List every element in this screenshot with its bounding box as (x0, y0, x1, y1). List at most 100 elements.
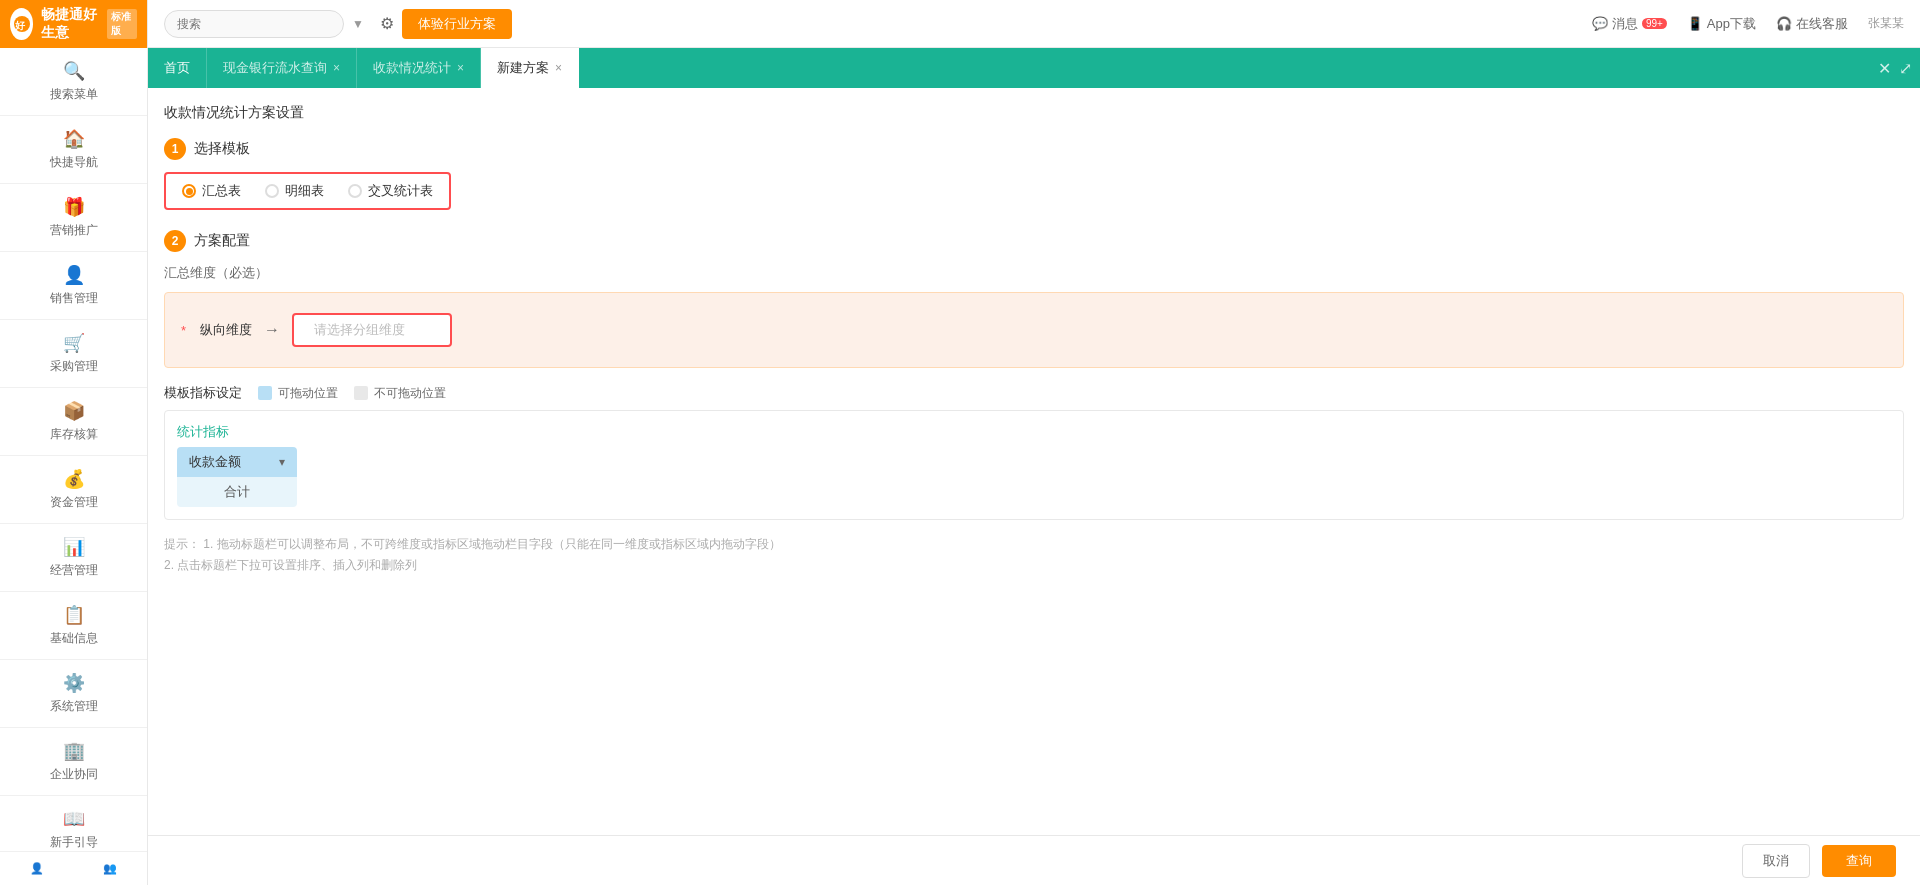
search-input[interactable] (164, 10, 344, 38)
tab-bank-close-icon[interactable]: × (333, 61, 340, 75)
tab-new-plan-label: 新建方案 (497, 59, 549, 77)
book-icon: 📖 (63, 808, 85, 830)
draggable-legend-box (258, 386, 272, 400)
indicator-section: 统计指标 收款金额 ▾ 合计 (164, 410, 1904, 520)
sidebar-item-basic[interactable]: 📋 基础信息 (0, 592, 147, 660)
service-label: 在线客服 (1796, 15, 1848, 33)
message-item[interactable]: 💬 消息 99+ (1592, 15, 1667, 33)
tab-collection[interactable]: 收款情况统计 × (357, 48, 481, 88)
page-title: 收款情况统计方案设置 (164, 104, 1904, 122)
tabbar-expand-btn[interactable]: ⤢ (1899, 59, 1912, 78)
sidebar-bottom-user2[interactable]: 👥 (103, 862, 117, 875)
sidebar-label-sales: 销售管理 (50, 290, 98, 307)
step2-section: 2 方案配置 汇总维度（必选） * 纵向维度 → 请选择分组维度 (164, 230, 1904, 574)
sidebar-item-enterprise[interactable]: 🏢 企业协同 (0, 728, 147, 796)
metric-name: 收款金额 (189, 453, 241, 471)
topbar-right: 💬 消息 99+ 📱 App下载 🎧 在线客服 张某某 (1592, 15, 1904, 33)
config-section: 汇总维度（必选） * 纵向维度 → 请选择分组维度 模板指标设定 (164, 264, 1904, 574)
sidebar-label-basic: 基础信息 (50, 630, 98, 647)
sidebar-label-inventory: 库存核算 (50, 426, 98, 443)
cancel-button[interactable]: 取消 (1742, 844, 1810, 878)
tab-home[interactable]: 首页 (148, 48, 207, 88)
metric-header[interactable]: 收款金额 ▾ (177, 447, 297, 477)
sidebar-item-business[interactable]: 📊 经营管理 (0, 524, 147, 592)
service-item[interactable]: 🎧 在线客服 (1776, 15, 1848, 33)
vertical-dimension-row: * 纵向维度 → 请选择分组维度 (181, 313, 1887, 347)
topbar-left: ▼ ⚙ 体验行业方案 (164, 9, 512, 39)
sidebar-item-quick-nav[interactable]: 🏠 快捷导航 (0, 116, 147, 184)
message-label: 消息 (1612, 15, 1638, 33)
metric-dropdown-icon[interactable]: ▾ (279, 455, 285, 469)
chart-icon: 📊 (63, 536, 85, 558)
download-label: App下载 (1707, 15, 1756, 33)
main-area: ▼ ⚙ 体验行业方案 💬 消息 99+ 📱 App下载 🎧 在线客服 张某某 首… (148, 0, 1920, 885)
sidebar-item-purchase[interactable]: 🛒 采购管理 (0, 320, 147, 388)
sidebar-label-guide: 新手引导 (50, 834, 98, 851)
step2-header: 2 方案配置 (164, 230, 1904, 252)
sidebar-item-inventory[interactable]: 📦 库存核算 (0, 388, 147, 456)
radio-detail[interactable]: 明细表 (265, 182, 324, 200)
radio-summary[interactable]: 汇总表 (182, 182, 241, 200)
cart-icon: 🛒 (63, 332, 85, 354)
tab-collection-label: 收款情况统计 (373, 59, 451, 77)
legend-draggable: 可拖动位置 (258, 385, 338, 402)
topbar-search-wrap (164, 10, 344, 38)
industry-btn[interactable]: 体验行业方案 (402, 9, 512, 39)
sidebar-item-guide[interactable]: 📖 新手引导 (0, 796, 147, 851)
sidebar-label-finance: 资金管理 (50, 494, 98, 511)
radio-detail-dot (265, 184, 279, 198)
tab-collection-close-icon[interactable]: × (457, 61, 464, 75)
dim-arrow-icon: → (264, 321, 280, 339)
tab-new-plan[interactable]: 新建方案 × (481, 48, 579, 88)
dim-row-label: 纵向维度 (200, 321, 252, 339)
fixed-legend-box (354, 386, 368, 400)
sidebar-label-system: 系统管理 (50, 698, 98, 715)
template-radio-group: 汇总表 明细表 交叉统计表 (164, 172, 451, 210)
logo-tag: 标准版 (107, 9, 137, 39)
sidebar-item-marketing[interactable]: 🎁 营销推广 (0, 184, 147, 252)
sidebar-item-finance[interactable]: 💰 资金管理 (0, 456, 147, 524)
tabbar-right: ✕ ⤢ (1878, 48, 1920, 88)
dimension-select[interactable]: 请选择分组维度 (292, 313, 452, 347)
step1-section: 1 选择模板 汇总表 明细表 交叉统计表 (164, 138, 1904, 210)
query-button[interactable]: 查询 (1822, 845, 1896, 877)
sidebar-nav: 🔍 搜索菜单 🏠 快捷导航 🎁 营销推广 👤 销售管理 🛒 采购管理 📦 库存核… (0, 48, 147, 851)
sidebar-label-marketing: 营销推广 (50, 222, 98, 239)
download-item[interactable]: 📱 App下载 (1687, 15, 1756, 33)
step2-title: 方案配置 (194, 232, 250, 250)
sidebar-logo: 好 畅捷通好生意 标准版 (0, 0, 147, 48)
tabbar-close-btn[interactable]: ✕ (1878, 59, 1891, 78)
radio-cross-label: 交叉统计表 (368, 182, 433, 200)
radio-detail-label: 明细表 (285, 182, 324, 200)
gift-icon: 🎁 (63, 196, 85, 218)
topbar-gear-icon[interactable]: ⚙ (380, 14, 394, 33)
logo-text: 畅捷通好生意 (41, 6, 103, 42)
sidebar-bottom: 👤 👥 (0, 851, 147, 885)
svg-text:好: 好 (14, 20, 26, 31)
metric-group-payment: 收款金额 ▾ 合计 (177, 447, 297, 507)
content-inner: 收款情况统计方案设置 1 选择模板 汇总表 明细表 (148, 88, 1920, 835)
dimension-area: * 纵向维度 → 请选择分组维度 (164, 292, 1904, 368)
legend-draggable-label: 可拖动位置 (278, 385, 338, 402)
sidebar-label-purchase: 采购管理 (50, 358, 98, 375)
dimension-title: 汇总维度（必选） (164, 264, 1904, 282)
sidebar-label-business: 经营管理 (50, 562, 98, 579)
radio-summary-label: 汇总表 (202, 182, 241, 200)
sidebar-item-sales[interactable]: 👤 销售管理 (0, 252, 147, 320)
tips-area: 提示： 1. 拖动标题栏可以调整布局，不可跨维度或指标区域拖动栏目字段（只能在同… (164, 536, 1904, 574)
step1-header: 1 选择模板 (164, 138, 1904, 160)
sidebar-bottom-user1[interactable]: 👤 (30, 862, 44, 875)
sidebar-item-system[interactable]: ⚙️ 系统管理 (0, 660, 147, 728)
legend-fixed-label: 不可拖动位置 (374, 385, 446, 402)
user-text: 张某某 (1868, 15, 1904, 32)
indicator-label: 统计指标 (177, 423, 1891, 441)
tab-new-plan-close-icon[interactable]: × (555, 61, 562, 75)
tab-bank[interactable]: 现金银行流水查询 × (207, 48, 357, 88)
sidebar: 好 畅捷通好生意 标准版 🔍 搜索菜单 🏠 快捷导航 🎁 营销推广 👤 销售管理… (0, 0, 148, 885)
radio-cross[interactable]: 交叉统计表 (348, 182, 433, 200)
topbar: ▼ ⚙ 体验行业方案 💬 消息 99+ 📱 App下载 🎧 在线客服 张某某 (148, 0, 1920, 48)
search-icon: 🔍 (63, 60, 85, 82)
topbar-arrow-icon[interactable]: ▼ (352, 17, 364, 31)
sidebar-item-search[interactable]: 🔍 搜索菜单 (0, 48, 147, 116)
required-mark: * (181, 323, 186, 338)
